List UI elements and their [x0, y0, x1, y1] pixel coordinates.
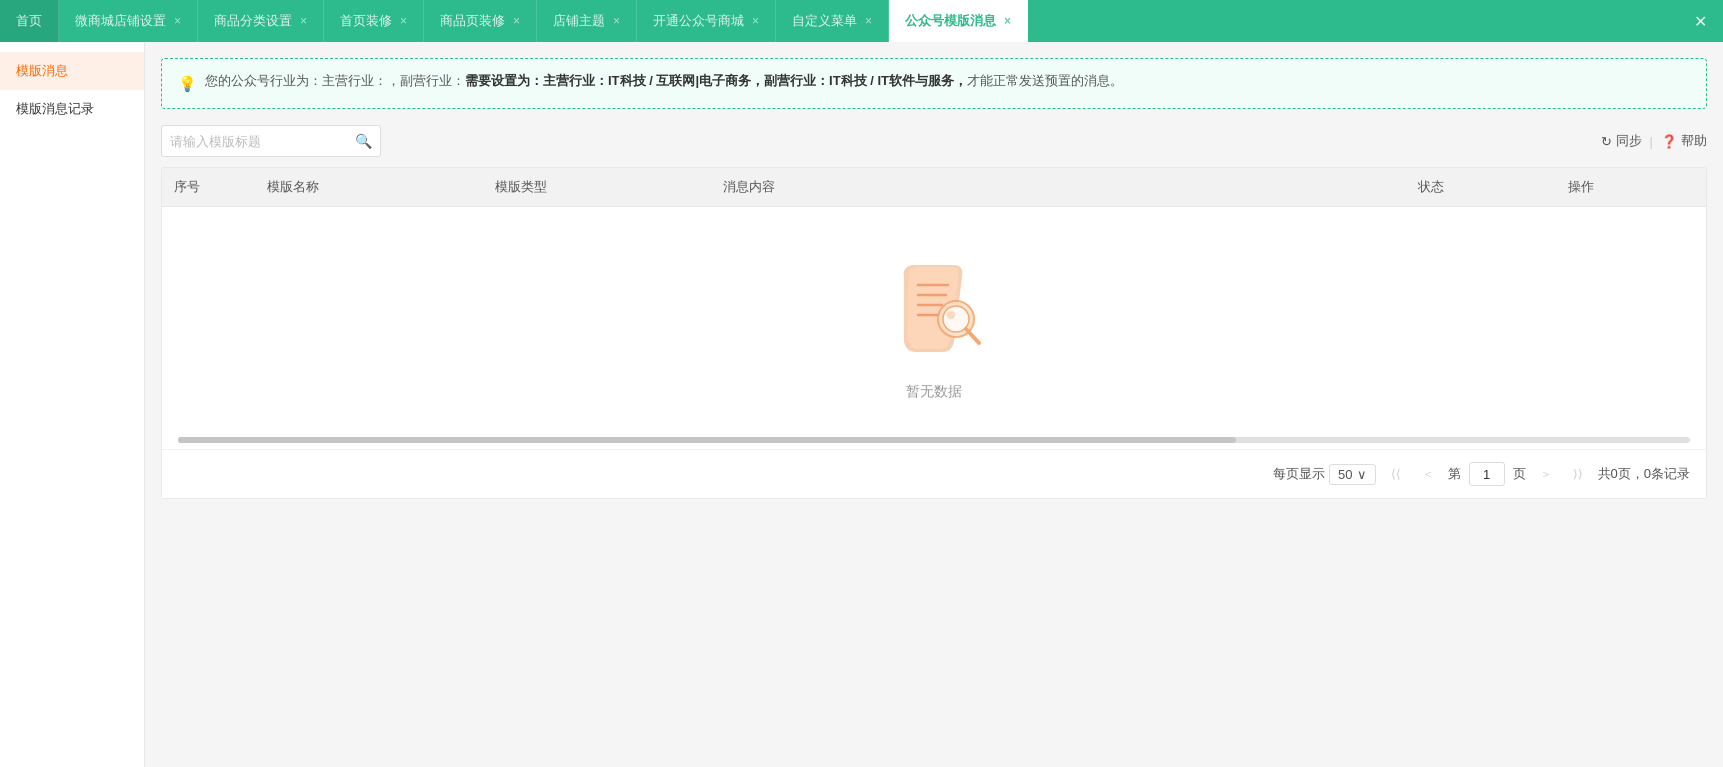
page-size-dropdown[interactable]: 50 ∨ — [1329, 464, 1375, 485]
content-area: 💡 您的公众号行业为：主营行业：，副营行业：需要设置为：主营行业：IT科技 / … — [145, 42, 1723, 767]
sync-icon: ↻ — [1601, 134, 1612, 149]
help-icon: ❓ — [1661, 134, 1677, 149]
tab-category[interactable]: 商品分类设置 × — [198, 0, 324, 42]
tab-home[interactable]: 首页 — [0, 0, 59, 42]
toolbar-right: ↻ 同步 | ❓ 帮助 — [1601, 132, 1707, 150]
scrollbar-thumb — [178, 437, 1236, 443]
tab-weishop[interactable]: 微商城店铺设置 × — [59, 0, 198, 42]
close-all-button[interactable]: ✕ — [1678, 0, 1723, 42]
tab-mall[interactable]: 开通公众号商城 × — [637, 0, 776, 42]
last-page-button[interactable]: ⟩⟩ — [1566, 462, 1590, 486]
tab-productpage[interactable]: 商品页装修 × — [424, 0, 537, 42]
sidebar-item-template-msg-record[interactable]: 模版消息记录 — [0, 90, 144, 128]
tab-close-icon[interactable]: × — [613, 14, 620, 28]
col-header-action: 操作 — [1556, 168, 1706, 207]
data-table: 序号模版名称模版类型消息内容状态操作 — [162, 168, 1706, 207]
empty-state: 暂无数据 — [162, 207, 1706, 431]
tab-close-icon[interactable]: × — [752, 14, 759, 28]
tab-label: 店铺主题 — [553, 12, 605, 30]
tab-label: 首页装修 — [340, 12, 392, 30]
tab-label: 商品页装修 — [440, 12, 505, 30]
prev-page-button[interactable]: ＜ — [1416, 462, 1440, 486]
tab-label: 自定义菜单 — [792, 12, 857, 30]
empty-text: 暂无数据 — [906, 383, 962, 401]
tab-label: 微商城店铺设置 — [75, 12, 166, 30]
first-page-button[interactable]: ⟨⟨ — [1384, 462, 1408, 486]
chevron-down-icon: ∨ — [1357, 467, 1367, 482]
tab-label: 公众号模版消息 — [905, 12, 996, 30]
tab-custommenu[interactable]: 自定义菜单 × — [776, 0, 889, 42]
tab-close-icon[interactable]: × — [513, 14, 520, 28]
page-unit: 页 — [1513, 465, 1526, 483]
svg-point-8 — [947, 311, 955, 319]
page-size-value: 50 — [1338, 467, 1352, 482]
tab-close-icon[interactable]: × — [400, 14, 407, 28]
search-input[interactable] — [170, 134, 351, 149]
tab-theme[interactable]: 店铺主题 × — [537, 0, 637, 42]
table-head: 序号模版名称模版类型消息内容状态操作 — [162, 168, 1706, 207]
tab-close-icon[interactable]: × — [1004, 14, 1011, 28]
col-header-type: 模版类型 — [483, 168, 711, 207]
total-label: 共0页，0条记录 — [1598, 465, 1690, 483]
sidebar: 模版消息模版消息记录 — [0, 42, 145, 767]
help-label: 帮助 — [1681, 132, 1707, 150]
sync-label: 同步 — [1616, 132, 1642, 150]
notice-text: 您的公众号行业为：主营行业：，副营行业：需要设置为：主营行业：IT科技 / 互联… — [205, 71, 1123, 92]
notice-banner: 💡 您的公众号行业为：主营行业：，副营行业：需要设置为：主营行业：IT科技 / … — [161, 58, 1707, 109]
page-size-label: 每页显示 — [1273, 465, 1325, 483]
table-header-row: 序号模版名称模版类型消息内容状态操作 — [162, 168, 1706, 207]
page-input[interactable] — [1469, 462, 1505, 486]
help-button[interactable]: ❓ 帮助 — [1661, 132, 1707, 150]
notice-icon: 💡 — [178, 72, 197, 96]
tab-close-icon[interactable]: × — [174, 14, 181, 28]
sidebar-item-template-msg[interactable]: 模版消息 — [0, 52, 144, 90]
sync-button[interactable]: ↻ 同步 — [1601, 132, 1642, 150]
di-label: 第 — [1448, 465, 1461, 483]
tab-templateMsg[interactable]: 公众号模版消息 × — [889, 0, 1028, 42]
main-layout: 模版消息模版消息记录 💡 您的公众号行业为：主营行业：，副营行业：需要设置为：主… — [0, 42, 1723, 767]
tab-close-icon[interactable]: × — [300, 14, 307, 28]
scrollbar-area — [162, 431, 1706, 449]
next-page-button[interactable]: ＞ — [1534, 462, 1558, 486]
tab-homepage[interactable]: 首页装修 × — [324, 0, 424, 42]
empty-icon — [874, 247, 994, 367]
tab-bar: 首页微商城店铺设置×商品分类设置×首页装修×商品页装修×店铺主题×开通公众号商城… — [0, 0, 1723, 42]
col-header-content: 消息内容 — [711, 168, 1406, 207]
scrollbar-track[interactable] — [178, 437, 1690, 443]
search-input-wrap[interactable]: 🔍 — [161, 125, 381, 157]
pagination: 每页显示 50 ∨ ⟨⟨ ＜ 第 页 ＞ ⟩⟩ 共0页，0条记录 — [162, 449, 1706, 498]
tab-label: 商品分类设置 — [214, 12, 292, 30]
col-header-name: 模版名称 — [255, 168, 483, 207]
tab-label: 开通公众号商城 — [653, 12, 744, 30]
search-icon[interactable]: 🔍 — [355, 133, 372, 149]
col-header-index: 序号 — [162, 168, 255, 207]
tab-label: 首页 — [16, 12, 42, 30]
table-wrapper: 序号模版名称模版类型消息内容状态操作 — [161, 167, 1707, 499]
tab-close-icon[interactable]: × — [865, 14, 872, 28]
search-bar: 🔍 ↻ 同步 | ❓ 帮助 — [161, 125, 1707, 157]
svg-line-7 — [966, 329, 979, 343]
divider: | — [1650, 134, 1653, 149]
col-header-status: 状态 — [1406, 168, 1556, 207]
page-size-select: 每页显示 50 ∨ — [1273, 464, 1375, 485]
